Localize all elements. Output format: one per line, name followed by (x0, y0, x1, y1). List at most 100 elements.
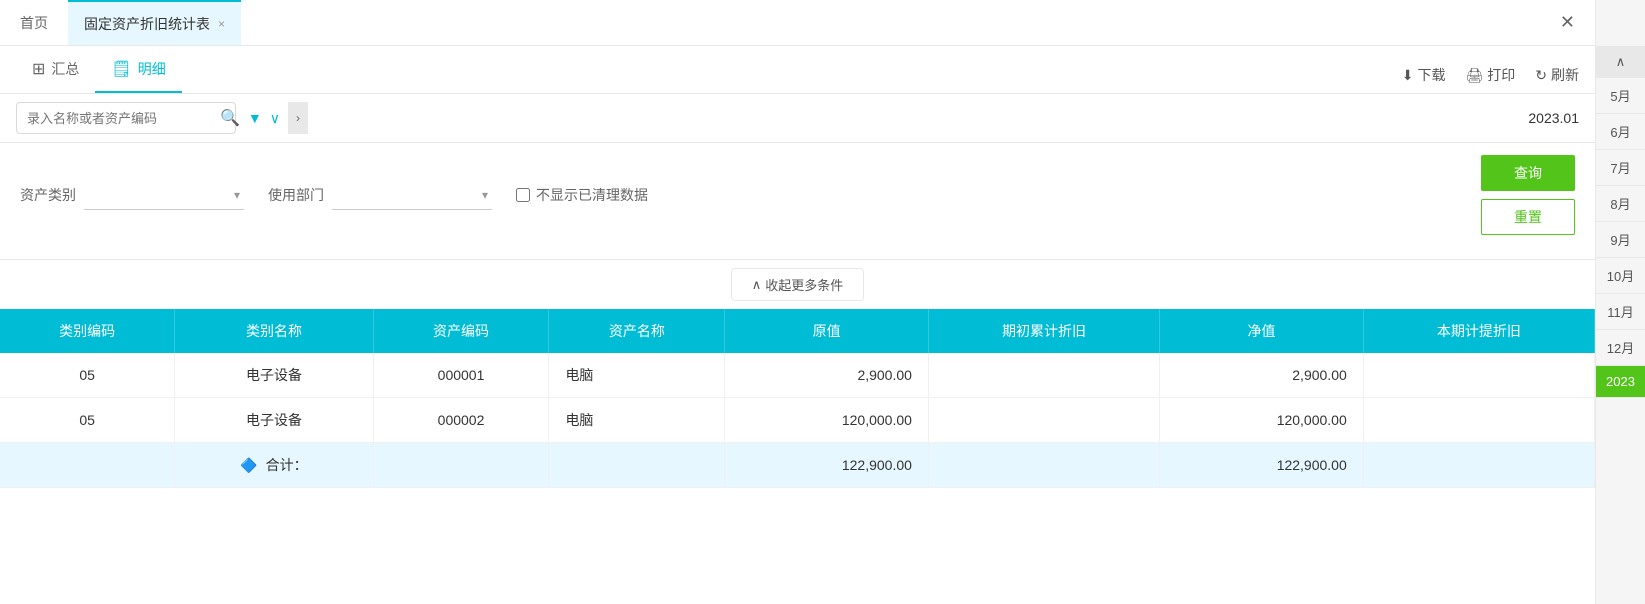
date-label: 2023.01 (1528, 110, 1579, 126)
active-tab[interactable]: 固定资产折旧统计表 × (68, 0, 241, 45)
sidebar-nav-up[interactable]: ∧ (1596, 46, 1645, 78)
tab-close-icon[interactable]: × (218, 17, 225, 31)
total-net-value: 122,900.00 (1160, 443, 1364, 488)
more-conditions-button[interactable]: ▼ ∨ (248, 110, 280, 127)
query-button[interactable]: 查询 (1481, 155, 1575, 191)
sidebar-month-9[interactable]: 9月 (1596, 222, 1645, 258)
tab-detail[interactable]: 🗒 明细 (95, 46, 181, 93)
total-empty-1 (0, 443, 175, 488)
th-asset-code: 资产编码 (373, 309, 549, 353)
main-content: 首页 固定资产折旧统计表 × ✕ ⊞ 汇总 🗒 明细 ⬇ 下载 🖨 打印 ↻ (0, 0, 1595, 604)
detail-icon: 🗒 (111, 59, 131, 79)
asset-category-label: 资产类别 (20, 185, 76, 205)
th-accumulated-depreciation: 期初累计折旧 (928, 309, 1159, 353)
download-label: 下载 (1417, 65, 1445, 85)
download-icon: ⬇ (1402, 67, 1414, 84)
tab-title: 固定资产折旧统计表 (84, 14, 210, 34)
sub-tabs-bar: ⊞ 汇总 🗒 明细 ⬇ 下载 🖨 打印 ↻ 刷新 (0, 46, 1595, 94)
department-select[interactable] (332, 180, 492, 210)
cell-category-code-1: 05 (0, 353, 175, 398)
month-sidebar: ∧ 5月 6月 7月 8月 9月 10月 11月 12月 2023 (1595, 0, 1645, 604)
cell-category-name-2: 电子设备 (175, 398, 373, 443)
download-button[interactable]: ⬇ 下载 (1402, 65, 1446, 85)
sidebar-month-11[interactable]: 11月 (1596, 294, 1645, 330)
tab-summary[interactable]: ⊞ 汇总 (16, 46, 95, 93)
th-category-name: 类别名称 (175, 309, 373, 353)
th-original-value: 原值 (725, 309, 929, 353)
collapse-icon: ∧ (752, 277, 762, 293)
sidebar-year-2023[interactable]: 2023 (1596, 366, 1645, 398)
data-table-wrap: 类别编码 类别名称 资产编码 资产名称 原值 期初累计折旧 净值 本期计提折旧 … (0, 309, 1595, 604)
department-select-wrap (332, 180, 492, 210)
cell-net-value-2: 120,000.00 (1160, 398, 1364, 443)
refresh-icon: ↻ (1535, 67, 1547, 84)
table-header-row: 类别编码 类别名称 资产编码 资产名称 原值 期初累计折旧 净值 本期计提折旧 (0, 309, 1595, 353)
print-label: 打印 (1487, 65, 1515, 85)
table-total-row: 🔷 合计： 122,900.00 122,900.00 (0, 443, 1595, 488)
top-nav: 首页 固定资产折旧统计表 × ✕ (0, 0, 1595, 46)
print-button[interactable]: 🖨 打印 (1465, 65, 1515, 85)
collapse-button[interactable]: ∧ 收起更多条件 (731, 268, 865, 301)
cell-accumulated-dep-2 (928, 398, 1159, 443)
th-asset-name: 资产名称 (549, 309, 725, 353)
refresh-label: 刷新 (1551, 65, 1579, 85)
chevron-down-icon: ∨ (270, 110, 280, 127)
total-empty-3 (373, 443, 549, 488)
cell-current-dep-1 (1363, 353, 1594, 398)
search-bar: 🔍 ▼ ∨ › 2023.01 (0, 94, 1595, 143)
cell-accumulated-dep-1 (928, 353, 1159, 398)
cell-category-code-2: 05 (0, 398, 175, 443)
date-nav-arrow[interactable]: › (288, 102, 308, 134)
department-label: 使用部门 (268, 185, 324, 205)
department-filter: 使用部门 (268, 180, 492, 210)
hide-cleared-checkbox-item: 不显示已清理数据 (516, 185, 648, 205)
filter-section: 资产类别 使用部门 不显示已清理数据 (0, 143, 1595, 260)
th-category-code: 类别编码 (0, 309, 175, 353)
total-original-value: 122,900.00 (725, 443, 929, 488)
filter-row: 资产类别 使用部门 不显示已清理数据 (20, 155, 1575, 235)
total-label: 合计： (266, 457, 308, 473)
collapse-label: 收起更多条件 (765, 275, 843, 294)
cell-original-value-1: 2,900.00 (725, 353, 929, 398)
window-close-button[interactable]: ✕ (1540, 0, 1595, 45)
nav-home[interactable]: 首页 (0, 0, 68, 45)
toolbar-right: ⬇ 下载 🖨 打印 ↻ 刷新 (1402, 65, 1579, 93)
asset-category-select[interactable] (84, 180, 244, 210)
sidebar-month-7[interactable]: 7月 (1596, 150, 1645, 186)
cell-current-dep-2 (1363, 398, 1594, 443)
table-row: 05 电子设备 000002 电脑 120,000.00 120,000.00 (0, 398, 1595, 443)
total-current-dep (1363, 443, 1594, 488)
asset-category-filter: 资产类别 (20, 180, 244, 210)
collapse-bar: ∧ 收起更多条件 (0, 260, 1595, 309)
total-empty-2: 🔷 合计： (175, 443, 373, 488)
hide-cleared-checkbox[interactable] (516, 188, 530, 202)
hide-cleared-label: 不显示已清理数据 (536, 185, 648, 205)
tab-detail-label: 明细 (138, 59, 166, 79)
cell-asset-name-1: 电脑 (549, 353, 725, 398)
sidebar-month-8[interactable]: 8月 (1596, 186, 1645, 222)
cell-category-name-1: 电子设备 (175, 353, 373, 398)
total-icon: 🔷 (240, 457, 257, 473)
filter-icon: ▼ (248, 110, 262, 126)
total-empty-4 (549, 443, 725, 488)
cell-asset-code-1: 000001 (373, 353, 549, 398)
table-row: 05 电子设备 000001 电脑 2,900.00 2,900.00 (0, 353, 1595, 398)
print-icon: 🖨 (1465, 67, 1483, 84)
summary-icon: ⊞ (32, 59, 45, 79)
refresh-button[interactable]: ↻ 刷新 (1535, 65, 1579, 85)
filter-buttons: 查询 重置 (1481, 155, 1575, 235)
cell-net-value-1: 2,900.00 (1160, 353, 1364, 398)
sidebar-month-10[interactable]: 10月 (1596, 258, 1645, 294)
th-current-depreciation: 本期计提折旧 (1363, 309, 1594, 353)
sidebar-month-6[interactable]: 6月 (1596, 114, 1645, 150)
cell-asset-code-2: 000002 (373, 398, 549, 443)
th-net-value: 净值 (1160, 309, 1364, 353)
cell-original-value-2: 120,000.00 (725, 398, 929, 443)
data-table: 类别编码 类别名称 资产编码 资产名称 原值 期初累计折旧 净值 本期计提折旧 … (0, 309, 1595, 488)
total-accumulated-dep (928, 443, 1159, 488)
sidebar-month-12[interactable]: 12月 (1596, 330, 1645, 366)
search-input[interactable] (16, 102, 236, 134)
reset-button[interactable]: 重置 (1481, 199, 1575, 235)
sidebar-month-5[interactable]: 5月 (1596, 78, 1645, 114)
search-icon[interactable]: 🔍 (220, 108, 240, 128)
